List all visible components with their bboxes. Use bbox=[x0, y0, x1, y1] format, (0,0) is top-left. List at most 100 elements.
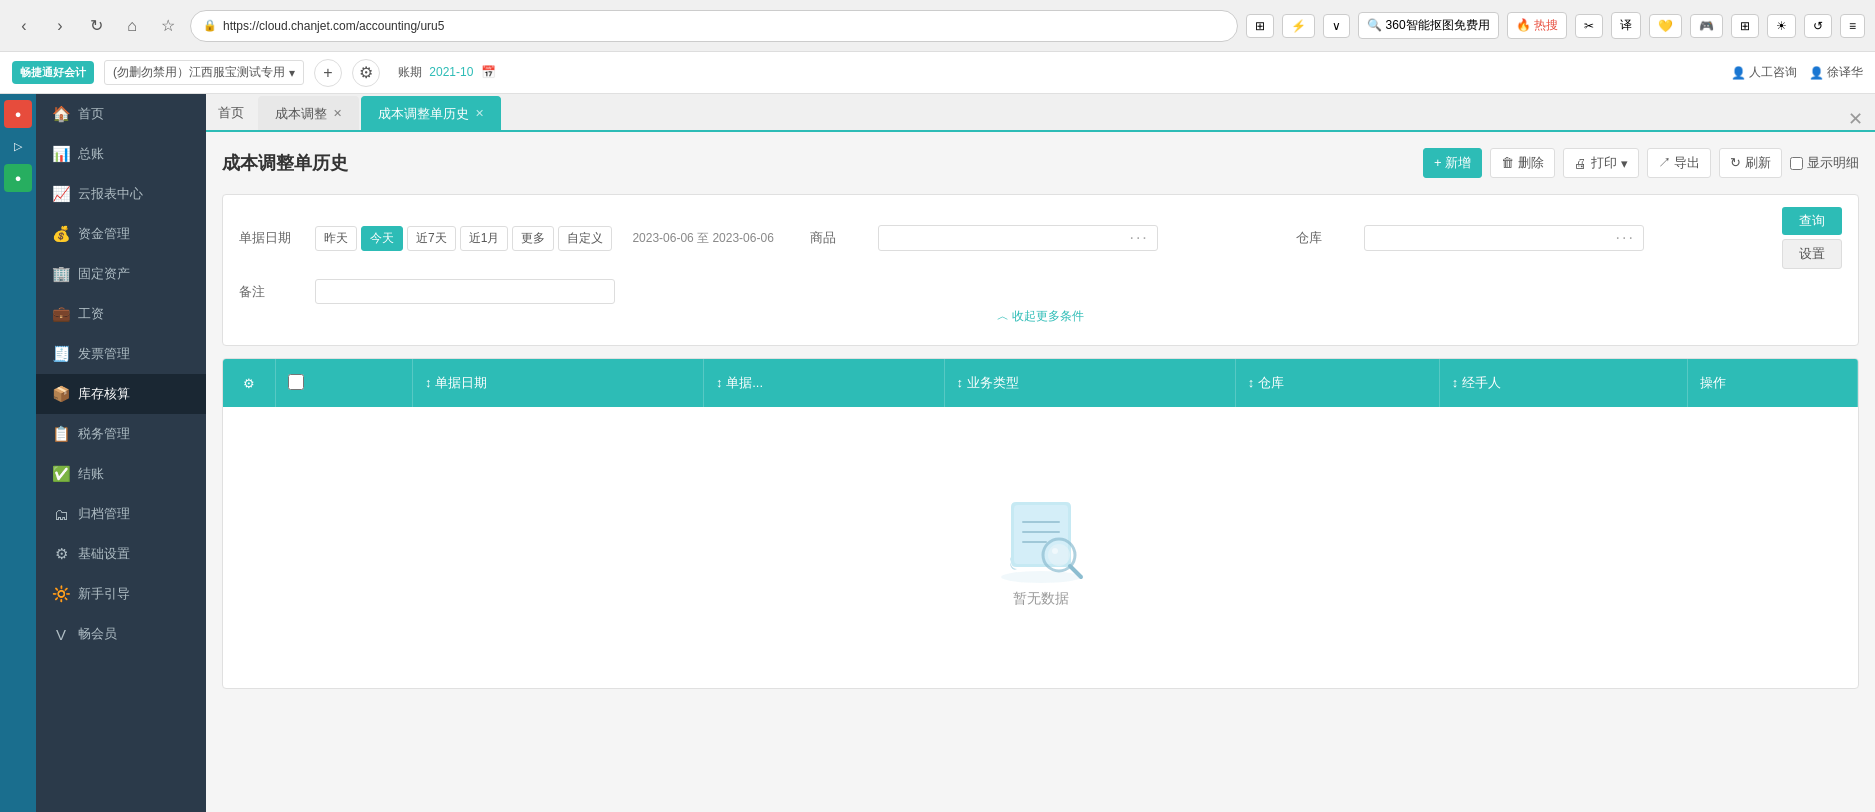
export-button[interactable]: ↗ 导出 bbox=[1647, 148, 1712, 178]
company-selector[interactable]: (勿删勿禁用）江西服宝测试专用 ▾ bbox=[104, 60, 304, 85]
sidebar-item-general-ledger[interactable]: 📊 总账 bbox=[36, 134, 206, 174]
print-button[interactable]: 🖨 打印 ▾ bbox=[1563, 148, 1639, 178]
calendar-icon[interactable]: 📅 bbox=[481, 65, 496, 79]
tab-cost-adjust-history-close[interactable]: ✕ bbox=[475, 107, 484, 120]
col-handler[interactable]: ↕ 经手人 bbox=[1439, 359, 1687, 407]
collapse-button[interactable]: ︿ 收起更多条件 bbox=[997, 308, 1084, 325]
tab-cost-adjust-history[interactable]: 成本调整单历史 ✕ bbox=[361, 96, 501, 130]
company-settings-button[interactable]: ⚙ bbox=[352, 59, 380, 87]
undo-btn[interactable]: ↺ bbox=[1804, 14, 1832, 38]
sidebar-item-guide[interactable]: 🔆 新手引导 bbox=[36, 574, 206, 614]
forward-button[interactable]: › bbox=[46, 12, 74, 40]
new-button[interactable]: + 新增 bbox=[1423, 148, 1482, 178]
refresh-button[interactable]: ↻ 刷新 bbox=[1719, 148, 1782, 178]
home-button[interactable]: ⌂ bbox=[118, 12, 146, 40]
yesterday-btn[interactable]: 昨天 bbox=[315, 226, 357, 251]
wallet-btn[interactable]: 💛 bbox=[1649, 14, 1682, 38]
tab-cost-adjust[interactable]: 成本调整 ✕ bbox=[258, 96, 359, 130]
sidebar-item-inventory[interactable]: 📦 库存核算 bbox=[36, 374, 206, 414]
col-date[interactable]: ↕ 单据日期 bbox=[412, 359, 703, 407]
app-logo: 畅捷通好会计 bbox=[12, 61, 94, 84]
week-btn[interactable]: 近7天 bbox=[407, 226, 456, 251]
sidebar-item-icon-membership: V bbox=[52, 626, 70, 643]
today-btn[interactable]: 今天 bbox=[361, 226, 403, 251]
product-dots: ··· bbox=[1129, 229, 1148, 247]
tab-home-label: 首页 bbox=[218, 104, 244, 122]
sidebar-item-label-closing: 结账 bbox=[78, 465, 104, 483]
empty-text: 暂无数据 bbox=[1013, 590, 1069, 608]
more-btn[interactable]: 更多 bbox=[512, 226, 554, 251]
table-settings-btn[interactable]: ⚙ bbox=[235, 369, 263, 397]
topbar-right: 👤 人工咨询 👤 徐译华 bbox=[1731, 64, 1863, 81]
user-button[interactable]: 👤 徐译华 bbox=[1809, 64, 1863, 81]
more-btn[interactable]: ≡ bbox=[1840, 14, 1865, 38]
content-area: 首页 成本调整 ✕ 成本调整单历史 ✕ ✕ 成本调整单历史 bbox=[206, 94, 1875, 812]
show-cols-checkbox[interactable] bbox=[1790, 157, 1803, 170]
sidebar-item-label-archive: 归档管理 bbox=[78, 505, 130, 523]
game-btn[interactable]: 🎮 bbox=[1690, 14, 1723, 38]
sidebar-item-invoice[interactable]: 🧾 发票管理 bbox=[36, 334, 206, 374]
theme-btn[interactable]: ☀ bbox=[1767, 14, 1796, 38]
select-all-checkbox[interactable] bbox=[288, 374, 304, 390]
filter-row-1: 单据日期 昨天 今天 近7天 近1月 更多 自定义 2023-06-06 至 2… bbox=[239, 207, 1842, 269]
svg-point-7 bbox=[1052, 548, 1058, 554]
extensions-button[interactable]: ⊞ bbox=[1246, 14, 1274, 38]
sidebar-item-fixed-assets[interactable]: 🏢 固定资产 bbox=[36, 254, 206, 294]
hot-search-btn[interactable]: 🔥 热搜 bbox=[1507, 12, 1567, 39]
address-bar[interactable]: 🔒 https://cloud.chanjet.com/accounting/u… bbox=[190, 10, 1238, 42]
sidebar-item-membership[interactable]: V 畅会员 bbox=[36, 614, 206, 654]
print-label: 打印 bbox=[1591, 154, 1617, 172]
browser-toolbar-right: ⊞ ⚡ ∨ 🔍 360智能抠图免费用 🔥 热搜 ✂ 译 💛 🎮 ⊞ ☀ ↺ ≡ bbox=[1246, 12, 1865, 39]
col-number[interactable]: ↕ 单据... bbox=[704, 359, 944, 407]
scissors-btn[interactable]: ✂ bbox=[1575, 14, 1603, 38]
sidebar-item-icon-payroll: 💼 bbox=[52, 305, 70, 323]
tab-cost-adjust-close[interactable]: ✕ bbox=[333, 107, 342, 120]
note-input[interactable] bbox=[315, 279, 615, 304]
sidebar-item-home[interactable]: 🏠 首页 bbox=[36, 94, 206, 134]
main-layout: ● ▷ ● 🏠 首页 📊 总账 📈 云报表中心 💰 资金管理 🏢 固定资产 💼 … bbox=[0, 94, 1875, 812]
sidebar-item-archive[interactable]: 🗂 归档管理 bbox=[36, 494, 206, 534]
lightning-button[interactable]: ⚡ bbox=[1282, 14, 1315, 38]
query-button[interactable]: 查询 bbox=[1782, 207, 1842, 235]
search-btn[interactable]: 🔍 360智能抠图免费用 bbox=[1358, 12, 1498, 39]
consultation-label: 人工咨询 bbox=[1749, 64, 1797, 81]
back-button[interactable]: ‹ bbox=[10, 12, 38, 40]
warehouse-select[interactable]: ··· bbox=[1364, 225, 1644, 251]
empty-state: 暂无数据 bbox=[223, 407, 1858, 688]
product-select[interactable]: ··· bbox=[878, 225, 1158, 251]
col-type[interactable]: ↕ 业务类型 bbox=[944, 359, 1235, 407]
bookmark-button[interactable]: ☆ bbox=[154, 12, 182, 40]
browser-chrome: ‹ › ↻ ⌂ ☆ 🔒 https://cloud.chanjet.com/ac… bbox=[0, 0, 1875, 52]
print-dropdown-icon: ▾ bbox=[1621, 156, 1628, 171]
add-company-button[interactable]: + bbox=[314, 59, 342, 87]
reload-button[interactable]: ↻ bbox=[82, 12, 110, 40]
sidebar-item-funds[interactable]: 💰 资金管理 bbox=[36, 214, 206, 254]
tab-home[interactable]: 首页 bbox=[206, 96, 256, 130]
sidebar-item-reports[interactable]: 📈 云报表中心 bbox=[36, 174, 206, 214]
sidebar-item-payroll[interactable]: 💼 工资 bbox=[36, 294, 206, 334]
sidebar-item-label-payroll: 工资 bbox=[78, 305, 104, 323]
col-warehouse[interactable]: ↕ 仓库 bbox=[1235, 359, 1439, 407]
sidebar-item-icon-inventory: 📦 bbox=[52, 385, 70, 403]
translate-btn[interactable]: 译 bbox=[1611, 12, 1641, 39]
sidebar-item-closing[interactable]: ✅ 结账 bbox=[36, 454, 206, 494]
tab-cost-adjust-label: 成本调整 bbox=[275, 105, 327, 123]
strip-icon-red[interactable]: ● bbox=[4, 100, 32, 128]
month-btn[interactable]: 近1月 bbox=[460, 226, 509, 251]
sidebar-item-icon-archive: 🗂 bbox=[52, 506, 70, 523]
consultation-button[interactable]: 👤 人工咨询 bbox=[1731, 64, 1797, 81]
sidebar-item-settings[interactable]: ⚙ 基础设置 bbox=[36, 534, 206, 574]
strip-icon-green[interactable]: ● bbox=[4, 164, 32, 192]
custom-btn[interactable]: 自定义 bbox=[558, 226, 612, 251]
period-value: 2021-10 bbox=[429, 65, 473, 79]
period-info: 账期 2021-10 📅 bbox=[398, 64, 496, 81]
grid-btn[interactable]: ⊞ bbox=[1731, 14, 1759, 38]
menu-dropdown-button[interactable]: ∨ bbox=[1323, 14, 1350, 38]
sidebar-item-tax[interactable]: 📋 税务管理 bbox=[36, 414, 206, 454]
strip-icon-1[interactable]: ▷ bbox=[4, 132, 32, 160]
sidebar-item-label-tax: 税务管理 bbox=[78, 425, 130, 443]
setup-button[interactable]: 设置 bbox=[1782, 239, 1842, 269]
global-close-button[interactable]: ✕ bbox=[1848, 108, 1863, 130]
show-cols-toggle[interactable]: 显示明细 bbox=[1790, 154, 1859, 172]
delete-button[interactable]: 🗑 删除 bbox=[1490, 148, 1555, 178]
